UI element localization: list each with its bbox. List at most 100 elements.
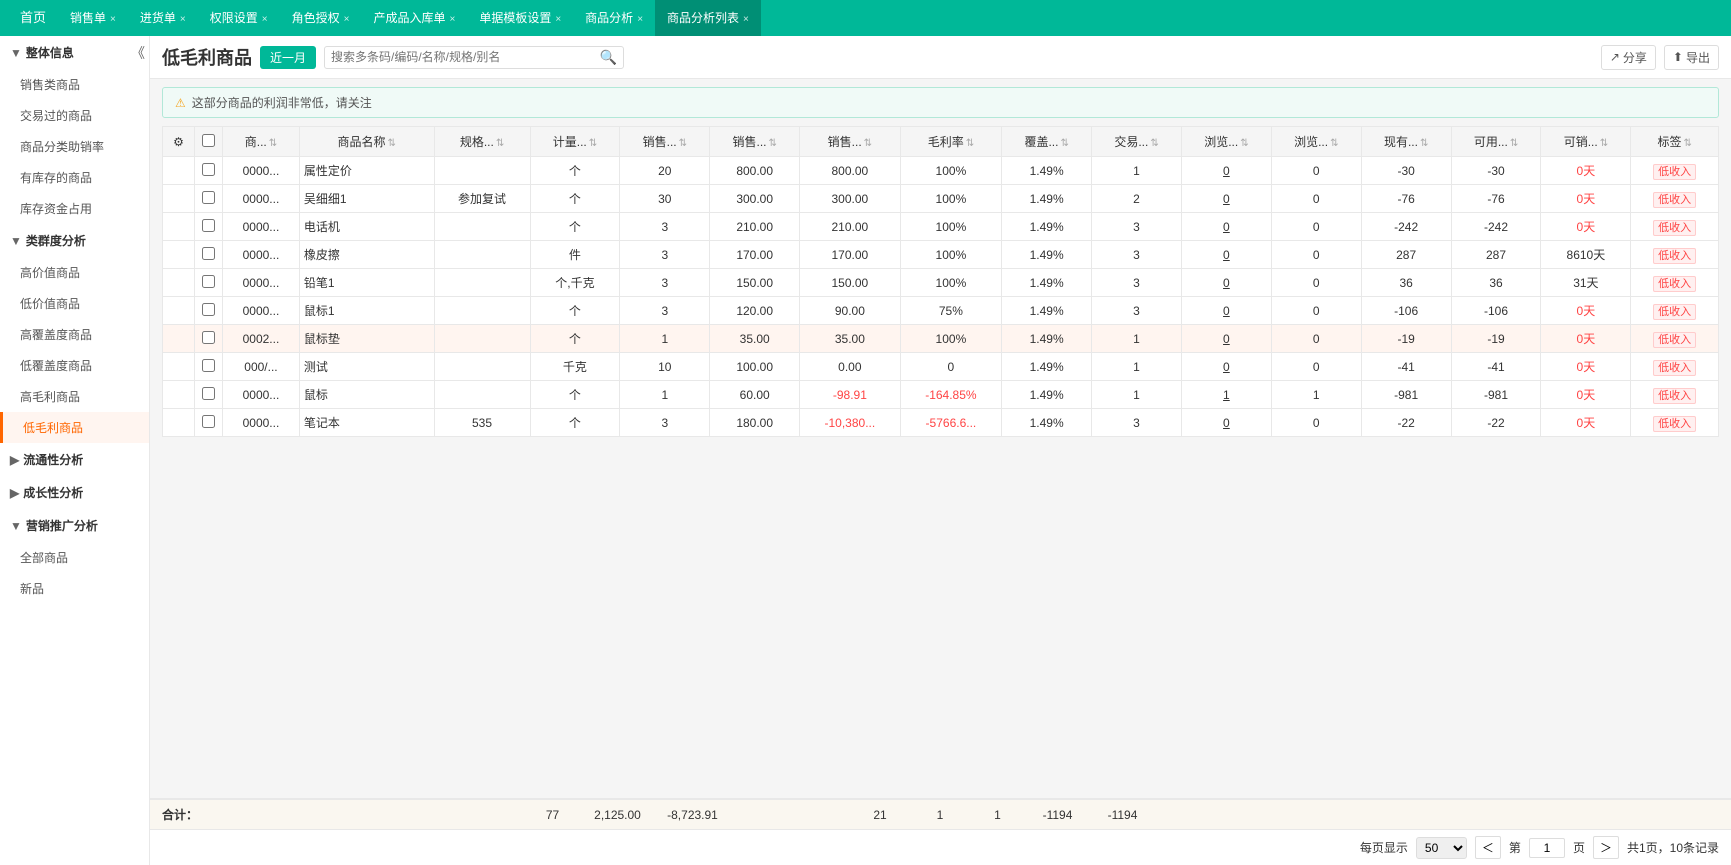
nav-home[interactable]: 首页: [8, 0, 58, 36]
sidebar-group-growth[interactable]: ▶ 成长性分析: [0, 476, 149, 509]
sidebar-item-low-value[interactable]: 低价值商品: [0, 288, 149, 319]
row-checkbox-1[interactable]: [202, 191, 215, 204]
cell-browse1-9[interactable]: 0: [1181, 409, 1271, 437]
sidebar-item-high-coverage[interactable]: 高覆盖度商品: [0, 319, 149, 350]
col-name[interactable]: 商品名称⇅: [299, 127, 434, 157]
sidebar-item-traded-goods[interactable]: 交易过的商品: [0, 100, 149, 131]
nav-close-purchase[interactable]: ×: [180, 14, 186, 25]
cell-checkbox-1[interactable]: [195, 185, 223, 213]
nav-close-roles[interactable]: ×: [344, 14, 350, 25]
share-button[interactable]: ↗ 分享: [1601, 45, 1656, 70]
row-checkbox-6[interactable]: [202, 331, 215, 344]
nav-close-permissions[interactable]: ×: [262, 14, 268, 25]
col-sales-profit[interactable]: 销售...⇅: [800, 127, 900, 157]
row-checkbox-8[interactable]: [202, 387, 215, 400]
col-sales-amount[interactable]: 销售...⇅: [710, 127, 800, 157]
sidebar-group-cluster[interactable]: ▼ 类群度分析: [0, 224, 149, 257]
col-settings[interactable]: ⚙: [163, 127, 195, 157]
row-checkbox-5[interactable]: [202, 303, 215, 316]
export-button[interactable]: ⬆ 导出: [1664, 45, 1719, 70]
cell-checkbox-5[interactable]: [195, 297, 223, 325]
col-current-stock[interactable]: 现有...⇅: [1361, 127, 1451, 157]
sidebar-collapse-btn[interactable]: 《: [127, 39, 149, 67]
col-saleable-days[interactable]: 可销...⇅: [1541, 127, 1631, 157]
nav-permissions[interactable]: 权限设置×: [198, 0, 280, 36]
cell-checkbox-4[interactable]: [195, 269, 223, 297]
cell-browse1-3[interactable]: 0: [1181, 241, 1271, 269]
row-checkbox-4[interactable]: [202, 275, 215, 288]
next-page-btn[interactable]: ＞: [1593, 836, 1619, 859]
cell-browse1-2[interactable]: 0: [1181, 213, 1271, 241]
col-checkbox[interactable]: [195, 127, 223, 157]
cell-checkbox-8[interactable]: [195, 381, 223, 409]
nav-products[interactable]: 产成品入库单×: [361, 0, 467, 36]
col-browse1[interactable]: 浏览...⇅: [1181, 127, 1271, 157]
col-available-stock[interactable]: 可用...⇅: [1451, 127, 1541, 157]
nav-close-templates[interactable]: ×: [555, 14, 561, 25]
sidebar-item-category-rate[interactable]: 商品分类助销率: [0, 131, 149, 162]
cell-browse1-1[interactable]: 0: [1181, 185, 1271, 213]
row-checkbox-2[interactable]: [202, 219, 215, 232]
cell-browse1-0[interactable]: 0: [1181, 157, 1271, 185]
cell-trade-count-1: 2: [1092, 185, 1182, 213]
sidebar-item-new-goods[interactable]: 新品: [0, 573, 149, 604]
col-browse2[interactable]: 浏览...⇅: [1271, 127, 1361, 157]
page-input[interactable]: [1529, 838, 1565, 858]
sidebar-group-overall[interactable]: ▼ 整体信息: [0, 36, 84, 69]
col-gross-margin[interactable]: 毛利率⇅: [900, 127, 1002, 157]
cell-saleable-days-6: 0天: [1541, 325, 1631, 353]
row-checkbox-7[interactable]: [202, 359, 215, 372]
sidebar-item-in-stock-goods[interactable]: 有库存的商品: [0, 162, 149, 193]
nav-close-sales[interactable]: ×: [110, 14, 116, 25]
sidebar-item-low-coverage[interactable]: 低覆盖度商品: [0, 350, 149, 381]
col-trade-count[interactable]: 交易...⇅: [1092, 127, 1182, 157]
nav-close-analysis[interactable]: ×: [637, 14, 643, 25]
sidebar-item-stock-capital[interactable]: 库存资金占用: [0, 193, 149, 224]
cell-sales-amount-0: 800.00: [710, 157, 800, 185]
cell-name-6: 鼠标垫: [299, 325, 434, 353]
col-spec[interactable]: 规格...⇅: [434, 127, 530, 157]
cell-browse1-8[interactable]: 1: [1181, 381, 1271, 409]
cell-browse1-7[interactable]: 0: [1181, 353, 1271, 381]
select-all-checkbox[interactable]: [202, 134, 215, 147]
cell-browse1-6[interactable]: 0: [1181, 325, 1271, 353]
col-code[interactable]: 商...⇅: [223, 127, 300, 157]
nav-roles[interactable]: 角色授权×: [280, 0, 362, 36]
cell-browse1-4[interactable]: 0: [1181, 269, 1271, 297]
nav-analysis[interactable]: 商品分析×: [573, 0, 655, 36]
col-sales-qty[interactable]: 销售...⇅: [620, 127, 710, 157]
sidebar-item-all-goods[interactable]: 全部商品: [0, 542, 149, 573]
nav-sales[interactable]: 销售单×: [58, 0, 128, 36]
col-unit[interactable]: 计量...⇅: [530, 127, 620, 157]
cell-checkbox-0[interactable]: [195, 157, 223, 185]
nav-close-products[interactable]: ×: [449, 14, 455, 25]
nav-purchase[interactable]: 进货单×: [128, 0, 198, 36]
cell-checkbox-9[interactable]: [195, 409, 223, 437]
nav-analysis-list[interactable]: 商品分析列表×: [655, 0, 761, 36]
cell-available-stock-5: -106: [1451, 297, 1541, 325]
cell-browse1-5[interactable]: 0: [1181, 297, 1271, 325]
search-icon[interactable]: 🔍: [600, 49, 617, 66]
sidebar-item-high-value[interactable]: 高价值商品: [0, 257, 149, 288]
search-input[interactable]: [331, 50, 600, 64]
row-checkbox-0[interactable]: [202, 163, 215, 176]
col-tag[interactable]: 标签⇅: [1631, 127, 1719, 157]
row-checkbox-3[interactable]: [202, 247, 215, 260]
col-coverage[interactable]: 覆盖...⇅: [1002, 127, 1092, 157]
sidebar-item-sales-goods[interactable]: 销售类商品: [0, 69, 149, 100]
nav-templates[interactable]: 单据模板设置×: [467, 0, 573, 36]
cell-checkbox-7[interactable]: [195, 353, 223, 381]
per-page-select[interactable]: 50 20 100: [1416, 837, 1467, 859]
sidebar-item-low-profit[interactable]: 低毛利商品: [0, 412, 149, 443]
sidebar-group-marketing[interactable]: ▼ 营销推广分析: [0, 509, 149, 542]
cell-checkbox-3[interactable]: [195, 241, 223, 269]
cell-checkbox-6[interactable]: [195, 325, 223, 353]
cell-name-8: 鼠标: [299, 381, 434, 409]
row-checkbox-9[interactable]: [202, 415, 215, 428]
cell-checkbox-2[interactable]: [195, 213, 223, 241]
nav-close-analysis-list[interactable]: ×: [743, 14, 749, 25]
sidebar-group-flow[interactable]: ▶ 流通性分析: [0, 443, 149, 476]
prev-page-btn[interactable]: ＜: [1475, 836, 1501, 859]
period-button[interactable]: 近一月: [260, 46, 316, 69]
sidebar-item-high-profit[interactable]: 高毛利商品: [0, 381, 149, 412]
